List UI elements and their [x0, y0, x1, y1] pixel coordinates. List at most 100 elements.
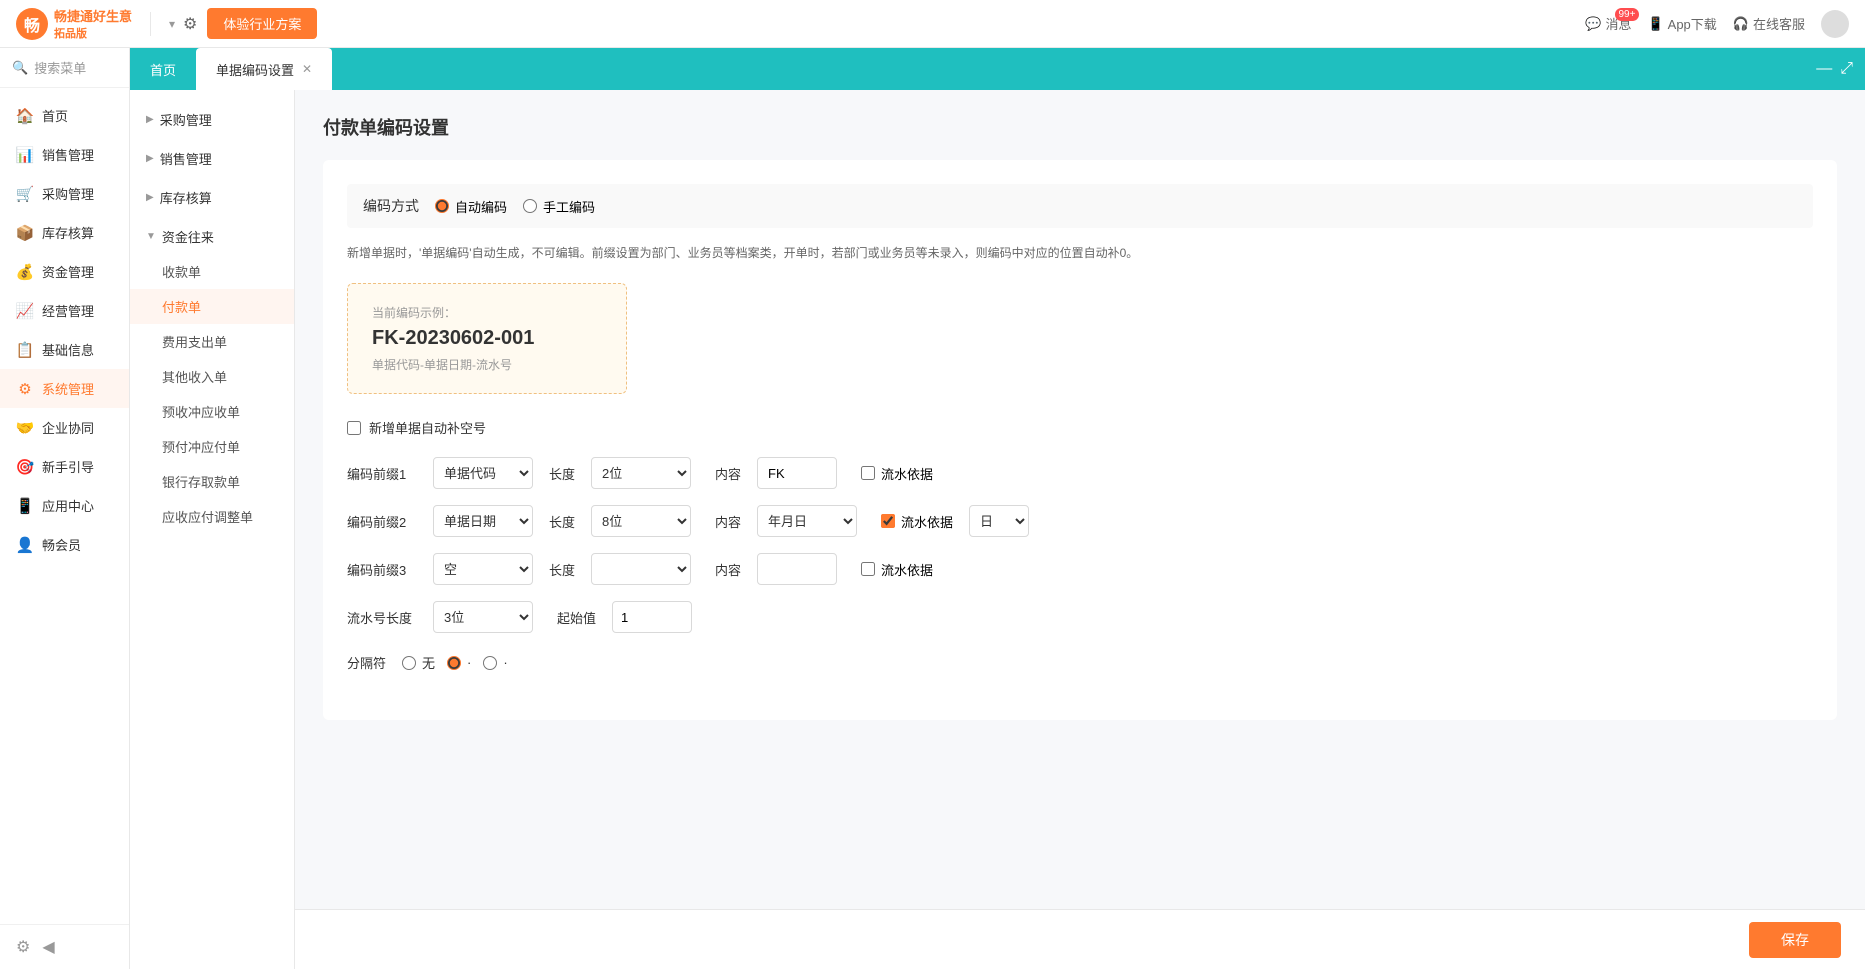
finance-icon: 💰 [16, 263, 34, 281]
menu-group-sales: ▶ 销售管理 [130, 141, 294, 176]
serial-length-label: 流水号长度 [347, 608, 417, 627]
auto-fill-row: 新增单据自动补空号 [347, 418, 1813, 437]
sidebar-item-appcenter[interactable]: 📱 应用中心 [0, 486, 129, 525]
length2-label: 长度 [549, 512, 575, 531]
sidebar-label-purchase: 采购管理 [42, 184, 94, 203]
tab-close-icon[interactable]: ✕ [302, 62, 312, 76]
menu-item-prepay-recv[interactable]: 预收冲应收单 [130, 394, 294, 429]
encoding-method-row: 编码方式 自动编码 手工编码 [347, 184, 1813, 228]
settings-card: 编码方式 自动编码 手工编码 [323, 160, 1837, 720]
sidebar-item-sales[interactable]: 📊 销售管理 [0, 135, 129, 174]
sep-dot2-text: · [503, 655, 507, 670]
home-icon: 🏠 [16, 107, 34, 125]
sep-none-text: 无 [422, 653, 435, 672]
manual-radio-input[interactable] [523, 199, 537, 213]
sidebar-search[interactable]: 🔍 搜索菜单 [0, 48, 129, 88]
sidebar-item-enterprise[interactable]: 🤝 企业协同 [0, 408, 129, 447]
menu-group-purchase: ▶ 采购管理 [130, 102, 294, 137]
serial3-checkbox[interactable] [861, 562, 875, 576]
sep-dot2-radio[interactable] [483, 656, 497, 670]
manual-radio-label[interactable]: 手工编码 [523, 197, 595, 216]
serial1-checkbox[interactable] [861, 466, 875, 480]
sidebar-settings-icon[interactable]: ⚙ [16, 937, 30, 957]
sales-icon: 📊 [16, 146, 34, 164]
management-icon: 📈 [16, 302, 34, 320]
sidebar-item-guide[interactable]: 🎯 新手引导 [0, 447, 129, 486]
bottom-bar: 保存 [295, 909, 1865, 969]
sep-none-label[interactable]: 无 [402, 653, 435, 672]
topbar-controls: ▾ ⚙ [169, 14, 197, 34]
sales-arrow-icon: ▶ [146, 153, 154, 164]
sidebar-item-home[interactable]: 🏠 首页 [0, 96, 129, 135]
sep-dot-label[interactable]: · [447, 655, 471, 670]
sidebar-label-basic: 基础信息 [42, 340, 94, 359]
app-logo: 畅 畅捷通好生意 拓品版 [16, 6, 132, 41]
company-dropdown[interactable]: ▾ [169, 17, 175, 31]
sidebar-item-member[interactable]: 👤 畅会员 [0, 525, 129, 564]
message-button[interactable]: 💬 消息 99+ [1585, 14, 1631, 33]
user-avatar[interactable] [1821, 10, 1849, 38]
online-service-button[interactable]: 🎧 在线客服 [1733, 14, 1805, 33]
menu-item-expense[interactable]: 费用支出单 [130, 324, 294, 359]
start-value-label: 起始值 [557, 608, 596, 627]
menu-item-bank-deposit[interactable]: 银行存取款单 [130, 464, 294, 499]
main-layout: 🔍 搜索菜单 🏠 首页 📊 销售管理 🛒 采购管理 📦 库存核算 💰 [0, 48, 1865, 969]
menu-group-inventory-title[interactable]: ▶ 库存核算 [130, 180, 294, 215]
settings-icon[interactable]: ⚙ [183, 14, 197, 34]
prefix2-select[interactable]: 单据日期 空 [433, 505, 533, 537]
start-value-input[interactable] [612, 601, 692, 633]
trial-button[interactable]: 体验行业方案 [207, 8, 317, 39]
serial-length-select[interactable]: 3位 4位 6位 [433, 601, 533, 633]
tab-minimize-icon[interactable]: — [1816, 60, 1832, 78]
auto-fill-label: 新增单据自动补空号 [369, 418, 486, 437]
app-download-button[interactable]: 📱 App下载 [1647, 14, 1716, 33]
encoding-method-label: 编码方式 [363, 196, 419, 216]
tab-maximize-icon[interactable]: ⤢ [1840, 60, 1853, 78]
menu-item-payment[interactable]: 付款单 [130, 289, 294, 324]
tab-encoding-settings[interactable]: 单据编码设置 ✕ [196, 48, 332, 90]
length3-select[interactable] [591, 553, 691, 585]
prefix2-label: 编码前缀2 [347, 512, 417, 531]
app-name: 畅捷通好生意 拓品版 [54, 6, 132, 41]
sidebar-item-inventory[interactable]: 📦 库存核算 [0, 213, 129, 252]
sidebar-label-finance: 资金管理 [42, 262, 94, 281]
serial1-label: 流水依据 [881, 464, 933, 483]
menu-group-fund-title[interactable]: ▼ 资金往来 [130, 219, 294, 254]
menu-group-purchase-title[interactable]: ▶ 采购管理 [130, 102, 294, 137]
sidebar: 🔍 搜索菜单 🏠 首页 📊 销售管理 🛒 采购管理 📦 库存核算 💰 [0, 48, 130, 969]
day-select[interactable]: 日 月 年 [969, 505, 1029, 537]
auto-fill-checkbox[interactable] [347, 421, 361, 435]
auto-radio-input[interactable] [435, 199, 449, 213]
prefix3-select[interactable]: 空 单据代码 [433, 553, 533, 585]
sidebar-item-management[interactable]: 📈 经营管理 [0, 291, 129, 330]
sidebar-item-system[interactable]: ⚙ 系统管理 [0, 369, 129, 408]
sidebar-item-basic[interactable]: 📋 基础信息 [0, 330, 129, 369]
length3-label: 长度 [549, 560, 575, 579]
sep-dot-text: · [467, 655, 471, 670]
prefix1-select[interactable]: 单据代码 空 [433, 457, 533, 489]
left-menu: ▶ 采购管理 ▶ 销售管理 ▶ 库存核算 [130, 90, 295, 969]
menu-item-receipt[interactable]: 收款单 [130, 254, 294, 289]
menu-item-other-income[interactable]: 其他收入单 [130, 359, 294, 394]
auto-radio-label[interactable]: 自动编码 [435, 197, 507, 216]
sidebar-item-purchase[interactable]: 🛒 采购管理 [0, 174, 129, 213]
tab-home[interactable]: 首页 [130, 48, 196, 90]
sep-dot2-label[interactable]: · [483, 655, 507, 670]
prefix-row-3: 编码前缀3 空 单据代码 长度 内容 [347, 553, 1813, 585]
sidebar-collapse-icon[interactable]: ◀ [42, 937, 54, 957]
menu-item-adjustment[interactable]: 应收应付调整单 [130, 499, 294, 534]
inventory-icon: 📦 [16, 224, 34, 242]
menu-group-sales-title[interactable]: ▶ 销售管理 [130, 141, 294, 176]
sep-none-radio[interactable] [402, 656, 416, 670]
menu-item-prepay-pay[interactable]: 预付冲应付单 [130, 429, 294, 464]
save-button[interactable]: 保存 [1749, 922, 1841, 958]
serial2-checkbox[interactable] [881, 514, 895, 528]
appcenter-icon: 📱 [16, 497, 34, 515]
serial3-label: 流水依据 [881, 560, 933, 579]
sep-dot-radio[interactable] [447, 656, 461, 670]
length1-select[interactable]: 2位 4位 [591, 457, 691, 489]
sidebar-item-finance[interactable]: 💰 资金管理 [0, 252, 129, 291]
content2-select[interactable]: 年月日 年月 年 [757, 505, 857, 537]
length2-select[interactable]: 8位 4位 [591, 505, 691, 537]
code-example-desc: 单据代码-单据日期-流水号 [372, 356, 602, 373]
